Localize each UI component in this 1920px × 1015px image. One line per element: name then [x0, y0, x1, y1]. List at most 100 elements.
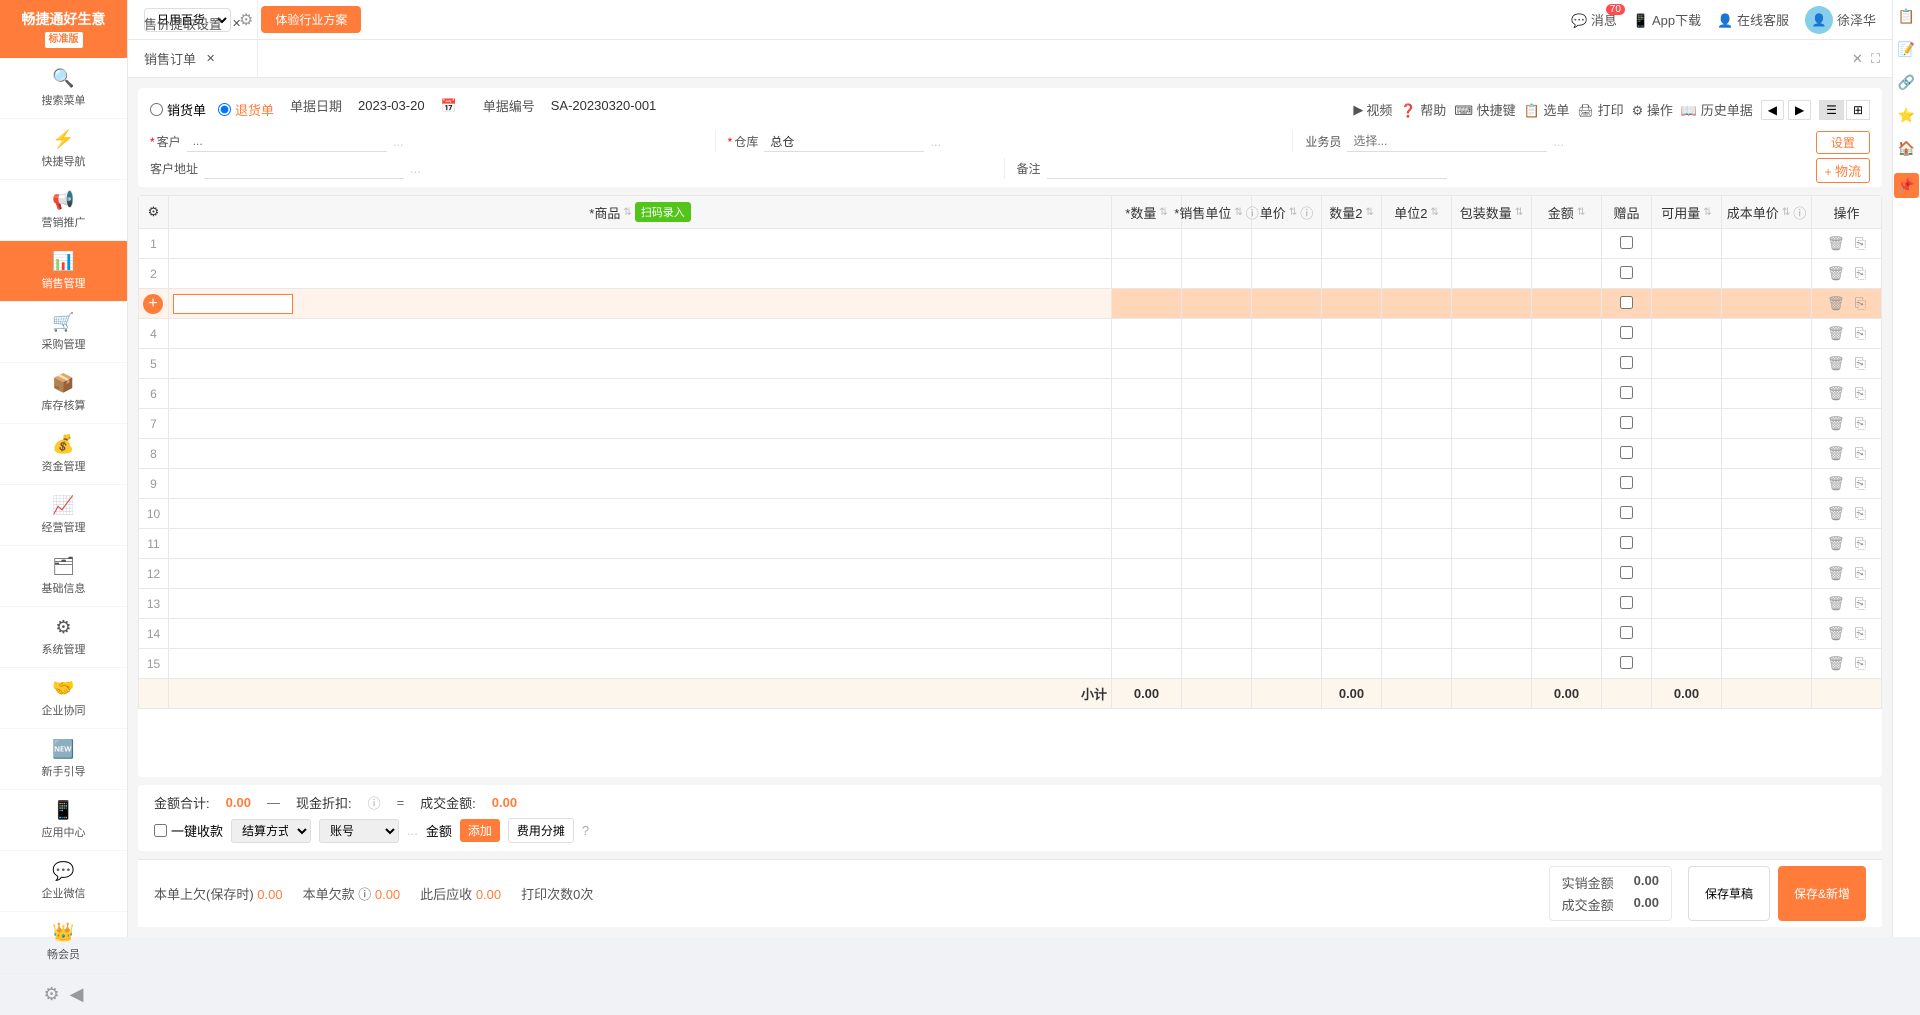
radio-return[interactable]: 退货单	[218, 100, 274, 119]
fee-help-icon[interactable]: ?	[582, 823, 589, 838]
gift-checkbox-13[interactable]	[1620, 596, 1633, 609]
gift-cell-4[interactable]	[1602, 319, 1652, 349]
unit-cell-12[interactable]	[1182, 559, 1252, 589]
unit-cell-5[interactable]	[1182, 349, 1252, 379]
unit2-cell-14[interactable]	[1382, 619, 1452, 649]
unit-cell-14[interactable]	[1182, 619, 1252, 649]
delete-row-10[interactable]: 🗑	[1824, 504, 1848, 523]
gift-cell-11[interactable]	[1602, 529, 1652, 559]
price-cell-3[interactable]	[1252, 289, 1322, 319]
price-cell-1[interactable]	[1252, 229, 1322, 259]
gift-checkbox-3[interactable]	[1620, 296, 1633, 309]
app-download[interactable]: 📱 App下载	[1633, 10, 1701, 29]
unit-cell-13[interactable]	[1182, 589, 1252, 619]
sidebar-item-app[interactable]: 📱 应用中心	[0, 790, 127, 851]
available-cell-9[interactable]	[1652, 469, 1722, 499]
copy-row-5[interactable]: ⎘	[1852, 354, 1869, 373]
gift-checkbox-4[interactable]	[1620, 326, 1633, 339]
price-cell-6[interactable]	[1252, 379, 1322, 409]
cost-cell-3[interactable]	[1722, 289, 1812, 319]
cost-cell-4[interactable]	[1722, 319, 1812, 349]
qty-cell-3[interactable]	[1112, 289, 1182, 319]
settings-btn[interactable]: 设置	[1816, 131, 1870, 154]
delete-row-9[interactable]: 🗑	[1824, 474, 1848, 493]
sidebar-item-inventory[interactable]: 📦 库存核算	[0, 363, 127, 424]
delete-row-2[interactable]: 🗑	[1824, 264, 1848, 283]
gift-checkbox-11[interactable]	[1620, 536, 1633, 549]
available-cell-14[interactable]	[1652, 619, 1722, 649]
qty-cell-11[interactable]	[1112, 529, 1182, 559]
pkgqty-cell-13[interactable]	[1452, 589, 1532, 619]
price-cell-4[interactable]	[1252, 319, 1322, 349]
account-more-icon[interactable]: ...	[407, 823, 418, 838]
amount-cell-6[interactable]	[1532, 379, 1602, 409]
calendar-icon[interactable]: 📅	[441, 98, 457, 114]
unit2-cell-9[interactable]	[1382, 469, 1452, 499]
th-price-info[interactable]: ⓘ	[1300, 203, 1313, 222]
unit2-cell-6[interactable]	[1382, 379, 1452, 409]
unit2-cell-4[interactable]	[1382, 319, 1452, 349]
sidebar-item-basic[interactable]: 🗂 基础信息	[0, 546, 127, 607]
qty2-cell-9[interactable]	[1322, 469, 1382, 499]
amount-cell-8[interactable]	[1532, 439, 1602, 469]
unit2-cell-3[interactable]	[1382, 289, 1452, 319]
available-cell-11[interactable]	[1652, 529, 1722, 559]
gift-cell-13[interactable]	[1602, 589, 1652, 619]
experience-btn[interactable]: 体验行业方案	[261, 6, 361, 33]
th-price-sort[interactable]: ⇅	[1289, 207, 1297, 218]
sidebar-item-shortcut[interactable]: ⚡ 快捷导航	[0, 119, 127, 180]
qty2-cell-6[interactable]	[1322, 379, 1382, 409]
copy-row-10[interactable]: ⎘	[1852, 504, 1869, 523]
onepay-checkbox[interactable]	[154, 824, 167, 837]
help-btn[interactable]: ❓ 帮助	[1400, 100, 1446, 119]
user-area[interactable]: 👤 徐泽华	[1805, 6, 1876, 34]
settings-icon[interactable]: ⚙	[44, 984, 60, 1005]
product-cell-1[interactable]	[169, 229, 1112, 259]
qty2-cell-8[interactable]	[1322, 439, 1382, 469]
delete-row-6[interactable]: 🗑	[1824, 384, 1848, 403]
view-grid-btn[interactable]: ⊞	[1846, 100, 1870, 120]
available-cell-1[interactable]	[1652, 229, 1722, 259]
product-cell-12[interactable]	[169, 559, 1112, 589]
delete-row-3[interactable]: 🗑	[1824, 294, 1848, 313]
price-cell-10[interactable]	[1252, 499, 1322, 529]
pkgqty-cell-11[interactable]	[1452, 529, 1532, 559]
qty2-cell-7[interactable]	[1322, 409, 1382, 439]
gift-cell-14[interactable]	[1602, 619, 1652, 649]
delete-row-7[interactable]: 🗑	[1824, 414, 1848, 433]
rp-icon1[interactable]: 📋	[1898, 8, 1915, 25]
price-cell-5[interactable]	[1252, 349, 1322, 379]
copy-row-9[interactable]: ⎘	[1852, 474, 1869, 493]
delete-row-13[interactable]: 🗑	[1824, 594, 1848, 613]
unit2-cell-13[interactable]	[1382, 589, 1452, 619]
price-cell-14[interactable]	[1252, 619, 1322, 649]
sidebar-item-sales[interactable]: 📊 销售管理	[0, 241, 127, 302]
message-area[interactable]: 💬 消息 70	[1571, 10, 1617, 29]
price-cell-13[interactable]	[1252, 589, 1322, 619]
product-cell-4[interactable]	[169, 319, 1112, 349]
price-cell-2[interactable]	[1252, 259, 1322, 289]
available-cell-15[interactable]	[1652, 649, 1722, 679]
discount-info[interactable]: ⓘ	[368, 793, 381, 812]
copy-row-11[interactable]: ⎘	[1852, 534, 1869, 553]
sidebar-item-business[interactable]: 📈 经营管理	[0, 485, 127, 546]
gift-checkbox-14[interactable]	[1620, 626, 1633, 639]
product-input-3[interactable]	[173, 294, 293, 314]
available-cell-5[interactable]	[1652, 349, 1722, 379]
cost-cell-7[interactable]	[1722, 409, 1812, 439]
cost-cell-6[interactable]	[1722, 379, 1812, 409]
amount-cell-10[interactable]	[1532, 499, 1602, 529]
price-cell-12[interactable]	[1252, 559, 1322, 589]
available-cell-4[interactable]	[1652, 319, 1722, 349]
unit-cell-8[interactable]	[1182, 439, 1252, 469]
copy-row-13[interactable]: ⎘	[1852, 594, 1869, 613]
gift-cell-12[interactable]	[1602, 559, 1652, 589]
available-cell-8[interactable]	[1652, 439, 1722, 469]
address-more-icon[interactable]: ...	[410, 161, 421, 176]
cost-cell-9[interactable]	[1722, 469, 1812, 499]
qty2-cell-4[interactable]	[1322, 319, 1382, 349]
product-cell-8[interactable]	[169, 439, 1112, 469]
close-window-icon[interactable]: ✕	[1852, 51, 1863, 67]
price-cell-11[interactable]	[1252, 529, 1322, 559]
collapse-icon[interactable]: ◀	[70, 984, 84, 1005]
